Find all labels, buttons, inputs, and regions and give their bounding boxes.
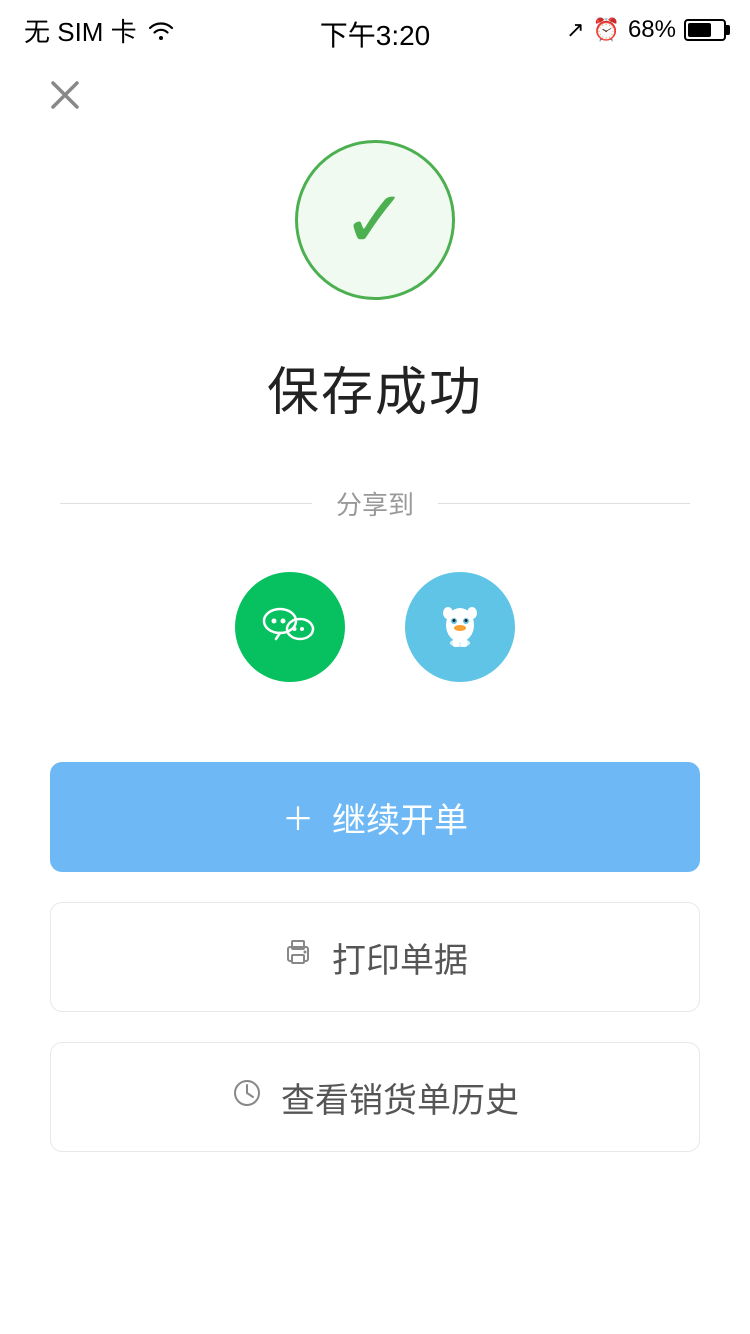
action-buttons-container: ＋ 继续开单 打印单据 bbox=[0, 762, 750, 1152]
main-content: ✓ 保存成功 分享到 bbox=[0, 60, 750, 1152]
qq-share-button[interactable] bbox=[405, 572, 515, 682]
share-divider: 分享到 bbox=[0, 485, 750, 522]
plus-icon: ＋ bbox=[282, 794, 314, 840]
share-icons-container bbox=[235, 572, 515, 682]
alarm-icon: ⏰ bbox=[593, 17, 620, 43]
battery-fill bbox=[688, 23, 711, 37]
share-label: 分享到 bbox=[312, 485, 438, 522]
no-sim-text: 无 SIM 卡 bbox=[24, 12, 137, 49]
status-bar: 无 SIM 卡 下午3:20 ↗ ⏰ 68% bbox=[0, 0, 750, 60]
print-button[interactable]: 打印单据 bbox=[50, 902, 700, 1012]
status-right: ↗ ⏰ 68% bbox=[566, 16, 726, 44]
clock-icon bbox=[231, 1077, 263, 1117]
battery-icon bbox=[684, 19, 726, 41]
print-icon bbox=[282, 937, 314, 977]
history-button[interactable]: 查看销货单历史 bbox=[50, 1042, 700, 1152]
success-title: 保存成功 bbox=[267, 350, 483, 425]
qq-icon bbox=[428, 595, 492, 659]
status-left: 无 SIM 卡 bbox=[24, 12, 175, 49]
history-label: 查看销货单历史 bbox=[281, 1073, 519, 1122]
wechat-icon bbox=[258, 595, 322, 659]
battery-percent: 68% bbox=[628, 16, 676, 44]
status-time: 下午3:20 bbox=[320, 14, 431, 54]
close-button[interactable] bbox=[40, 70, 90, 120]
checkmark-icon: ✓ bbox=[341, 180, 408, 260]
wifi-icon bbox=[147, 20, 175, 40]
divider-line-left bbox=[60, 503, 312, 504]
wechat-share-button[interactable] bbox=[235, 572, 345, 682]
print-label: 打印单据 bbox=[332, 933, 468, 982]
divider-line-right bbox=[438, 503, 690, 504]
continue-order-label: 继续开单 bbox=[332, 793, 468, 842]
success-circle: ✓ bbox=[295, 140, 455, 300]
location-arrow-icon: ↗ bbox=[566, 17, 584, 43]
continue-order-button[interactable]: ＋ 继续开单 bbox=[50, 762, 700, 872]
